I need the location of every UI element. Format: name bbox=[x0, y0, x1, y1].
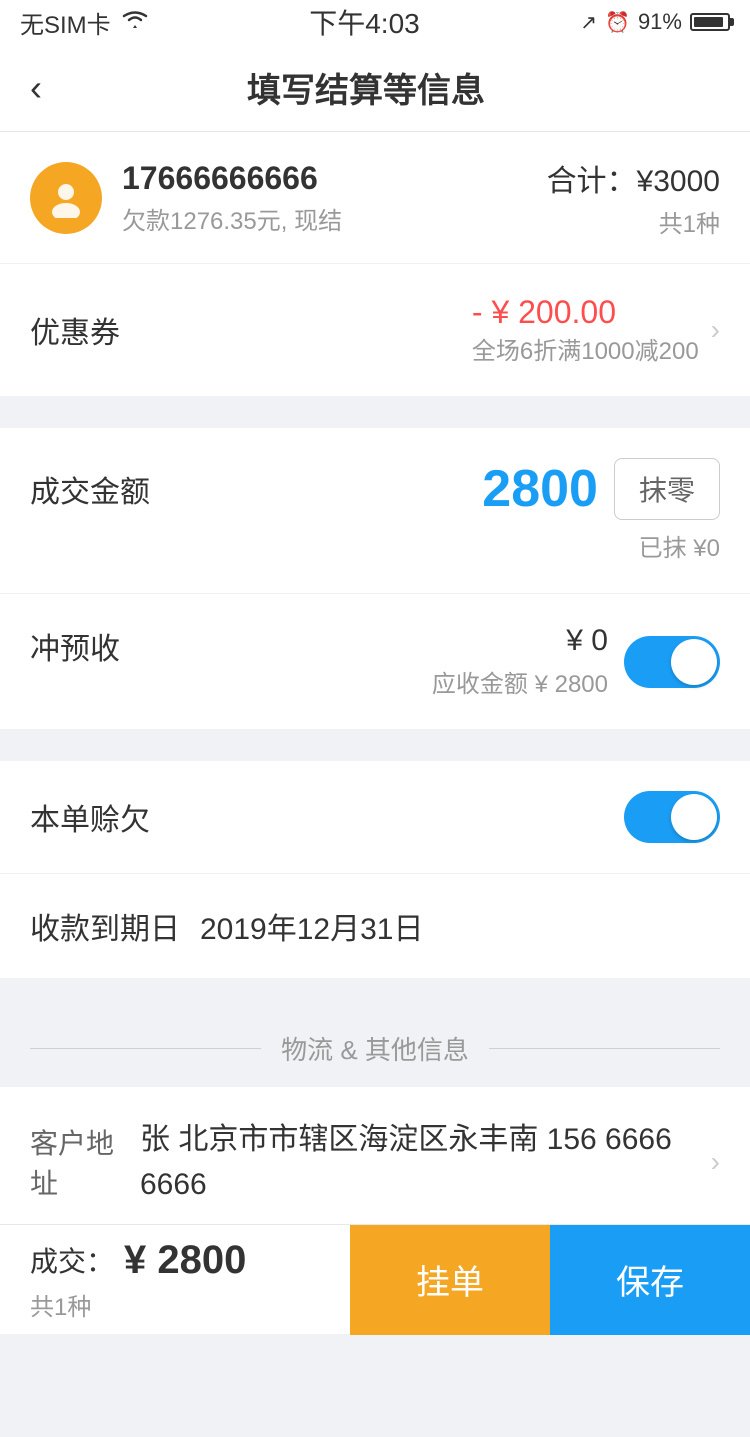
customer-card: 17666666666 欠款1276.35元, 现结 合计：¥3000 共1种 … bbox=[0, 132, 750, 396]
chevron-right-icon: › bbox=[711, 314, 720, 346]
section-divider-2 bbox=[0, 745, 750, 761]
save-button[interactable]: 保存 bbox=[550, 1225, 750, 1335]
due-date-value: 2019年12月31日 bbox=[200, 904, 423, 948]
status-time: 下午4:03 bbox=[309, 2, 420, 42]
coupon-desc: 全场6折满1000减200 bbox=[472, 331, 699, 366]
alarm-icon: ⏰ bbox=[605, 10, 630, 35]
prepay-right: ¥ 0 应收金额 ¥ 2800 bbox=[432, 624, 720, 699]
prepay-amount-group: ¥ 0 应收金额 ¥ 2800 bbox=[432, 624, 608, 699]
customer-info: 17666666666 欠款1276.35元, 现结 bbox=[122, 160, 342, 236]
battery-icon bbox=[690, 13, 730, 31]
deal-count: 共1种 bbox=[30, 1287, 320, 1322]
logistics-divider: 物流 & 其他信息 bbox=[0, 1010, 750, 1087]
transaction-amount: 2800 bbox=[482, 459, 598, 519]
address-label: 客户地址 bbox=[30, 1122, 120, 1202]
round-zero-button[interactable]: 抹零 bbox=[614, 458, 720, 520]
customer-left: 17666666666 欠款1276.35元, 现结 bbox=[30, 160, 342, 236]
prepay-section: 冲预收 ¥ 0 应收金额 ¥ 2800 bbox=[0, 593, 750, 729]
customer-subtext: 欠款1276.35元, 现结 bbox=[122, 201, 342, 236]
debt-toggle[interactable] bbox=[624, 791, 720, 843]
customer-row: 17666666666 欠款1276.35元, 现结 合计：¥3000 共1种 bbox=[0, 132, 750, 263]
receivable-text: 应收金额 ¥ 2800 bbox=[432, 664, 608, 699]
address-chevron-icon: › bbox=[711, 1146, 720, 1178]
location-icon: ↗ bbox=[580, 10, 597, 35]
toggle-knob bbox=[671, 639, 717, 685]
bottom-bar: 成交： ¥ 2800 共1种 挂单 保存 bbox=[0, 1224, 750, 1334]
prepay-toggle[interactable] bbox=[624, 636, 720, 688]
transaction-section: 成交金额 2800 抹零 已抹 ¥0 bbox=[0, 428, 750, 593]
coupon-label: 优惠券 bbox=[30, 308, 120, 352]
no-sim-text: 无SIM卡 bbox=[20, 5, 111, 40]
prepay-row: 冲预收 ¥ 0 应收金额 ¥ 2800 bbox=[30, 624, 720, 699]
deal-amount: ¥ 2800 bbox=[124, 1238, 246, 1283]
hang-button[interactable]: 挂单 bbox=[350, 1225, 550, 1335]
transaction-card: 成交金额 2800 抹零 已抹 ¥0 冲预收 ¥ 0 应收金额 ¥ 2800 bbox=[0, 428, 750, 729]
status-right: ↗ ⏰ 91% bbox=[580, 9, 730, 35]
coupon-row[interactable]: 优惠券 - ¥ 200.00 全场6折满1000减200 › bbox=[0, 263, 750, 396]
deal-label: 成交： bbox=[30, 1240, 114, 1280]
debt-toggle-knob bbox=[671, 794, 717, 840]
debt-label: 本单赊欠 bbox=[30, 795, 150, 839]
divider-line-left bbox=[30, 1048, 261, 1049]
bottom-summary: 成交： ¥ 2800 共1种 bbox=[0, 1238, 350, 1322]
bottom-deal-row: 成交： ¥ 2800 bbox=[30, 1238, 320, 1283]
nav-bar: ‹ 填写结算等信息 bbox=[0, 44, 750, 132]
transaction-right: 2800 抹零 bbox=[482, 458, 720, 520]
coupon-amount: - ¥ 200.00 bbox=[472, 294, 699, 331]
page-title: 填写结算等信息 bbox=[62, 63, 670, 112]
back-button[interactable]: ‹ bbox=[30, 67, 42, 109]
prepay-amount: ¥ 0 bbox=[432, 624, 608, 658]
address-value: 张 北京市市辖区海淀区永丰南 156 6666 6666 bbox=[140, 1117, 691, 1207]
section-divider-1 bbox=[0, 412, 750, 428]
prepay-label: 冲预收 bbox=[30, 624, 120, 668]
total-amount: 合计：¥3000 bbox=[547, 156, 720, 200]
battery-percent: 91% bbox=[638, 9, 682, 35]
transaction-label: 成交金额 bbox=[30, 467, 150, 511]
logistics-text: 物流 & 其他信息 bbox=[281, 1030, 469, 1067]
debt-section: 本单赊欠 bbox=[0, 761, 750, 873]
customer-phone: 17666666666 bbox=[122, 160, 342, 197]
customer-right: 合计：¥3000 共1种 bbox=[547, 156, 720, 239]
section-divider-3 bbox=[0, 994, 750, 1010]
wifi-icon bbox=[121, 8, 149, 36]
transaction-row: 成交金额 2800 抹零 bbox=[30, 458, 720, 520]
status-bar: 无SIM卡 下午4:03 ↗ ⏰ 91% bbox=[0, 0, 750, 44]
divider-line-right bbox=[489, 1048, 720, 1049]
total-count: 共1种 bbox=[547, 204, 720, 239]
due-date-label: 收款到期日 bbox=[30, 904, 180, 948]
address-section[interactable]: 客户地址 张 北京市市辖区海淀区永丰南 156 6666 6666 › bbox=[0, 1087, 750, 1237]
status-left: 无SIM卡 bbox=[20, 5, 149, 40]
avatar bbox=[30, 162, 102, 234]
due-date-section: 收款到期日 2019年12月31日 bbox=[0, 873, 750, 978]
already-zeroed-text: 已抹 ¥0 bbox=[30, 528, 720, 563]
debt-card: 本单赊欠 收款到期日 2019年12月31日 bbox=[0, 761, 750, 978]
coupon-right: - ¥ 200.00 全场6折满1000减200 › bbox=[472, 294, 720, 366]
